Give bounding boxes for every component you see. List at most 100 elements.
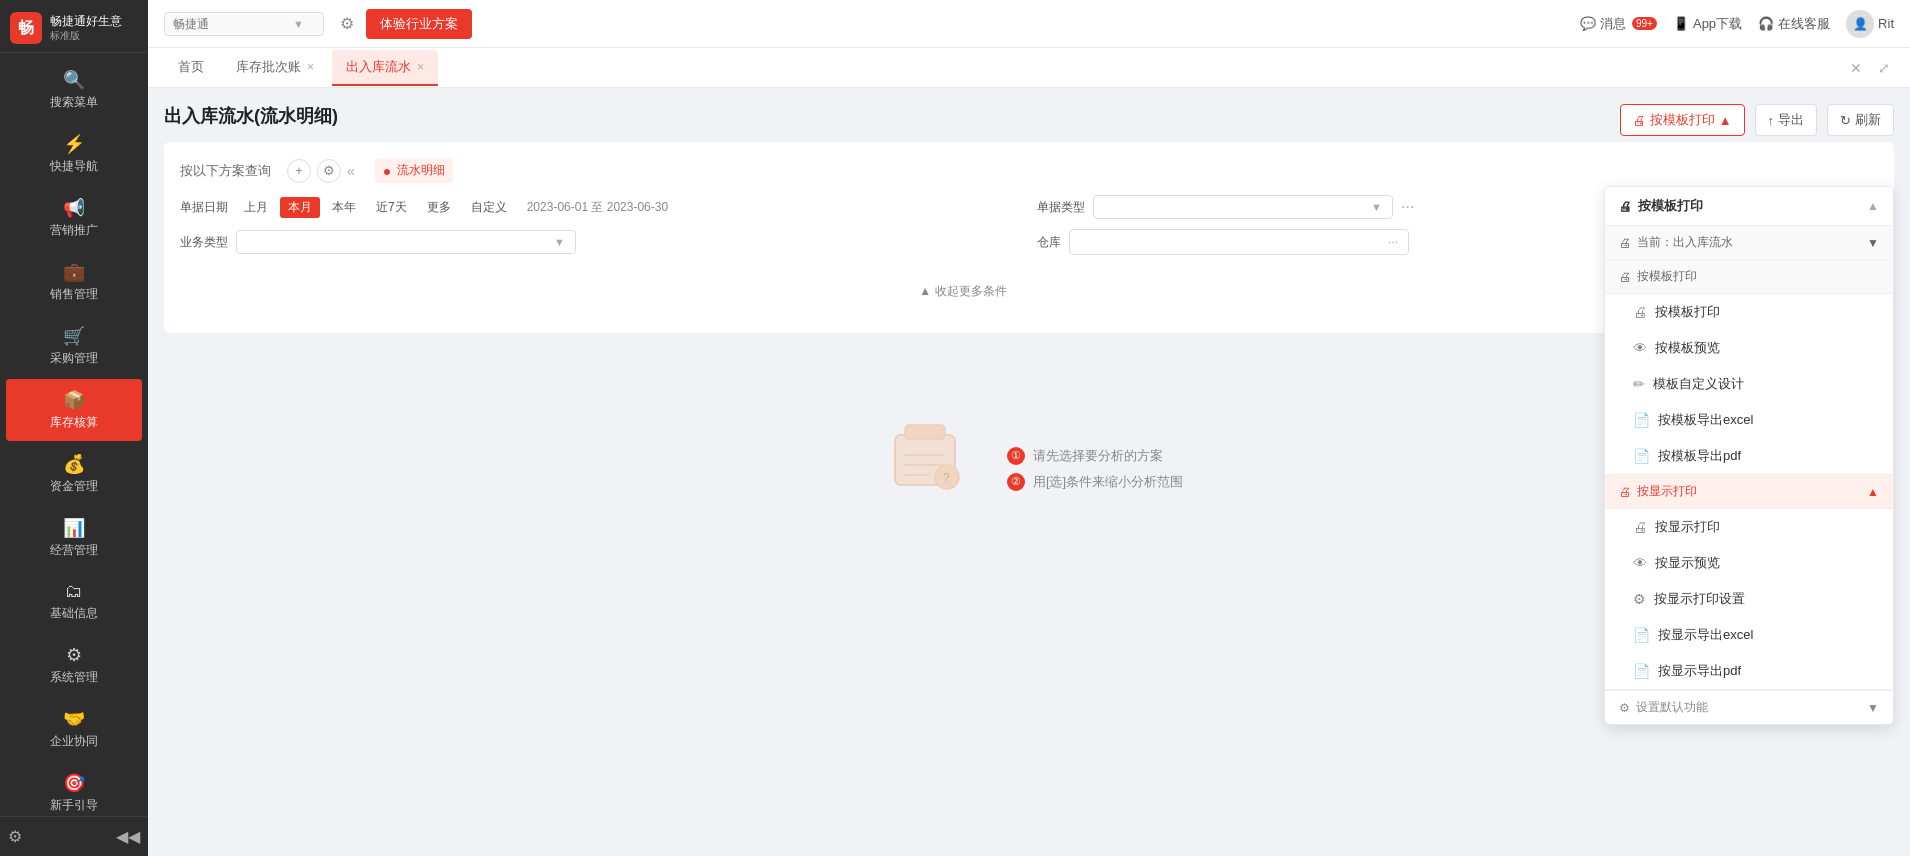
template-customize-item[interactable]: ✏ 模板自定义设计 [1605, 366, 1893, 402]
empty-illustration: ? [875, 405, 975, 524]
sidebar-item-label: 库存核算 [50, 414, 98, 431]
print-button[interactable]: 🖨 按模板打印 ▲ [1620, 104, 1745, 136]
date-prev-month[interactable]: 上月 [236, 197, 276, 218]
empty-hint-1: ① 请先选择要分析的方案 [1007, 447, 1183, 465]
tabbar-expand-button[interactable]: ⤢ [1874, 56, 1894, 80]
sidebar-item-purchase[interactable]: 🛒 采购管理 [6, 315, 142, 377]
sidebar-item-label: 基础信息 [50, 605, 98, 622]
current-section-icon: 🖨 [1619, 236, 1631, 250]
collapse-button[interactable]: ▲ 收起更多条件 [180, 275, 1746, 308]
filter-biztype-group: 业务类型 ▼ [180, 230, 1021, 254]
display-section-header: 🖨 按显示打印 ▲ [1605, 475, 1893, 509]
dropdown-footer[interactable]: ⚙ 设置默认功能 ▼ [1605, 690, 1893, 724]
sidebar-item-system[interactable]: ⚙ 系统管理 [6, 634, 142, 696]
filter-add-button[interactable]: + [287, 159, 311, 183]
sidebar-item-collab[interactable]: 🤝 企业协同 [6, 698, 142, 760]
date-recent7[interactable]: 近7天 [368, 197, 415, 218]
export-button[interactable]: ↑ 导出 [1755, 104, 1818, 136]
online-service-label: 在线客服 [1778, 15, 1830, 33]
sidebar-item-guide[interactable]: 🎯 新手引导 [6, 762, 142, 816]
template-export-pdf-item[interactable]: 📄 按模板导出pdf [1605, 438, 1893, 474]
display-settings-label: 按显示打印设置 [1654, 590, 1745, 608]
sidebar-item-label: 经营管理 [50, 542, 98, 559]
tab-home[interactable]: 首页 [164, 50, 218, 86]
user-avatar[interactable]: 👤 Rit [1846, 10, 1894, 38]
empty-content: ? ① 请先选择要分析的方案 ② 用[选]条件来缩小分析范围 [875, 405, 1183, 540]
print-icon: 🖨 [1633, 113, 1646, 128]
display-preview-icon: 👁 [1633, 555, 1647, 571]
filter-tag-icon: ● [383, 163, 391, 179]
sidebar-bottom: ⚙ ◀◀ [0, 816, 148, 856]
tab-batch-close[interactable]: × [307, 60, 314, 74]
topbar-gear-icon[interactable]: ⚙ [340, 14, 354, 33]
sidebar-item-inventory[interactable]: 📦 库存核算 [6, 379, 142, 441]
display-print-item[interactable]: 🖨 按显示打印 [1605, 509, 1893, 545]
sidebar-settings-button[interactable]: ⚙ [8, 827, 22, 846]
tab-batch[interactable]: 库存批次账 × [222, 50, 328, 86]
doctype-select[interactable]: ▼ [1093, 195, 1393, 219]
industry-solution-button[interactable]: 体验行业方案 [366, 9, 472, 39]
template-preview-item[interactable]: 👁 按模板预览 [1605, 330, 1893, 366]
app-download-button[interactable]: 📱 App下载 [1673, 15, 1742, 33]
display-export-pdf-item[interactable]: 📄 按显示导出pdf [1605, 653, 1893, 689]
app-logo: 畅 畅捷通好生意 标准版 [0, 0, 148, 53]
filter-collapse-arrow[interactable]: « [347, 163, 355, 179]
collapse-icon: ▲ [919, 284, 931, 298]
sidebar-item-finance[interactable]: 💰 资金管理 [6, 443, 142, 505]
biztype-select[interactable]: ▼ [236, 230, 576, 254]
warehouse-more[interactable]: ··· [1388, 235, 1398, 249]
export-label: 导出 [1778, 111, 1804, 129]
date-more[interactable]: 更多 [419, 197, 459, 218]
refresh-button[interactable]: ↻ 刷新 [1827, 104, 1894, 136]
sidebar-item-search[interactable]: 🔍 搜索菜单 [6, 59, 142, 121]
doctype-more-icon[interactable]: ··· [1401, 198, 1414, 216]
display-preview-item[interactable]: 👁 按显示预览 [1605, 545, 1893, 581]
filter-settings-button[interactable]: ⚙ [317, 159, 341, 183]
sidebar-item-label: 资金管理 [50, 478, 98, 495]
sidebar-item-label: 企业协同 [50, 733, 98, 750]
template-print-item[interactable]: 🖨 按模板打印 [1605, 294, 1893, 330]
operations-icon: 📊 [63, 517, 85, 539]
sidebar-item-marketing[interactable]: 📢 营销推广 [6, 187, 142, 249]
template-pdf-label: 按模板导出pdf [1658, 447, 1741, 465]
tab-flow-close[interactable]: × [417, 60, 424, 74]
topbar-search-input[interactable] [173, 17, 293, 31]
sidebar-item-label: 新手引导 [50, 797, 98, 814]
tab-flow-label: 出入库流水 [346, 58, 411, 76]
filter-tag-item[interactable]: ● 流水明细 [375, 158, 453, 183]
dropdown-title: 🖨 按模板打印 [1619, 197, 1703, 215]
display-settings-icon: ⚙ [1633, 591, 1646, 607]
sidebar-item-sales[interactable]: 💼 销售管理 [6, 251, 142, 313]
sidebar-item-basic[interactable]: 🗂 基础信息 [6, 571, 142, 632]
display-excel-label: 按显示导出excel [1658, 626, 1753, 644]
sidebar-item-quicknav[interactable]: ⚡ 快捷导航 [6, 123, 142, 185]
message-icon: 💬 [1580, 16, 1596, 31]
dropdown-print-icon: 🖨 [1619, 199, 1632, 214]
tabbar-close-button[interactable]: ✕ [1846, 56, 1866, 80]
topbar-search-wrap[interactable]: ▼ [164, 12, 324, 36]
download-icon: 📱 [1673, 16, 1689, 31]
online-service-button[interactable]: 🎧 在线客服 [1758, 15, 1830, 33]
display-export-excel-item[interactable]: 📄 按显示导出excel [1605, 617, 1893, 653]
dropdown-close-arrow[interactable]: ▲ [1867, 199, 1879, 213]
template-export-excel-item[interactable]: 📄 按模板导出excel [1605, 402, 1893, 438]
svg-text:?: ? [943, 471, 950, 485]
print-label: 按模板打印 [1650, 111, 1715, 129]
template-excel-label: 按模板导出excel [1658, 411, 1753, 429]
tab-flow[interactable]: 出入库流水 × [332, 50, 438, 86]
print-arrow: ▲ [1719, 113, 1732, 128]
sidebar-fold-button[interactable]: ◀◀ [116, 827, 140, 846]
display-print-settings-item[interactable]: ⚙ 按显示打印设置 [1605, 581, 1893, 617]
filter-header: 按以下方案查询 + ⚙ « ● 流水明细 [180, 158, 1878, 183]
service-icon: 🎧 [1758, 16, 1774, 31]
warehouse-input[interactable]: ··· [1069, 229, 1409, 255]
current-section-label: 当前：出入库流水 [1637, 234, 1867, 251]
app-version: 标准版 [50, 29, 122, 43]
date-current-year[interactable]: 本年 [324, 197, 364, 218]
message-button[interactable]: 💬 消息 99+ [1580, 15, 1657, 33]
date-custom[interactable]: 自定义 [463, 197, 515, 218]
basic-icon: 🗂 [65, 581, 83, 602]
date-current-month[interactable]: 本月 [280, 197, 320, 218]
doctype-arrow: ▼ [1371, 201, 1382, 213]
sidebar-item-operations[interactable]: 📊 经营管理 [6, 507, 142, 569]
